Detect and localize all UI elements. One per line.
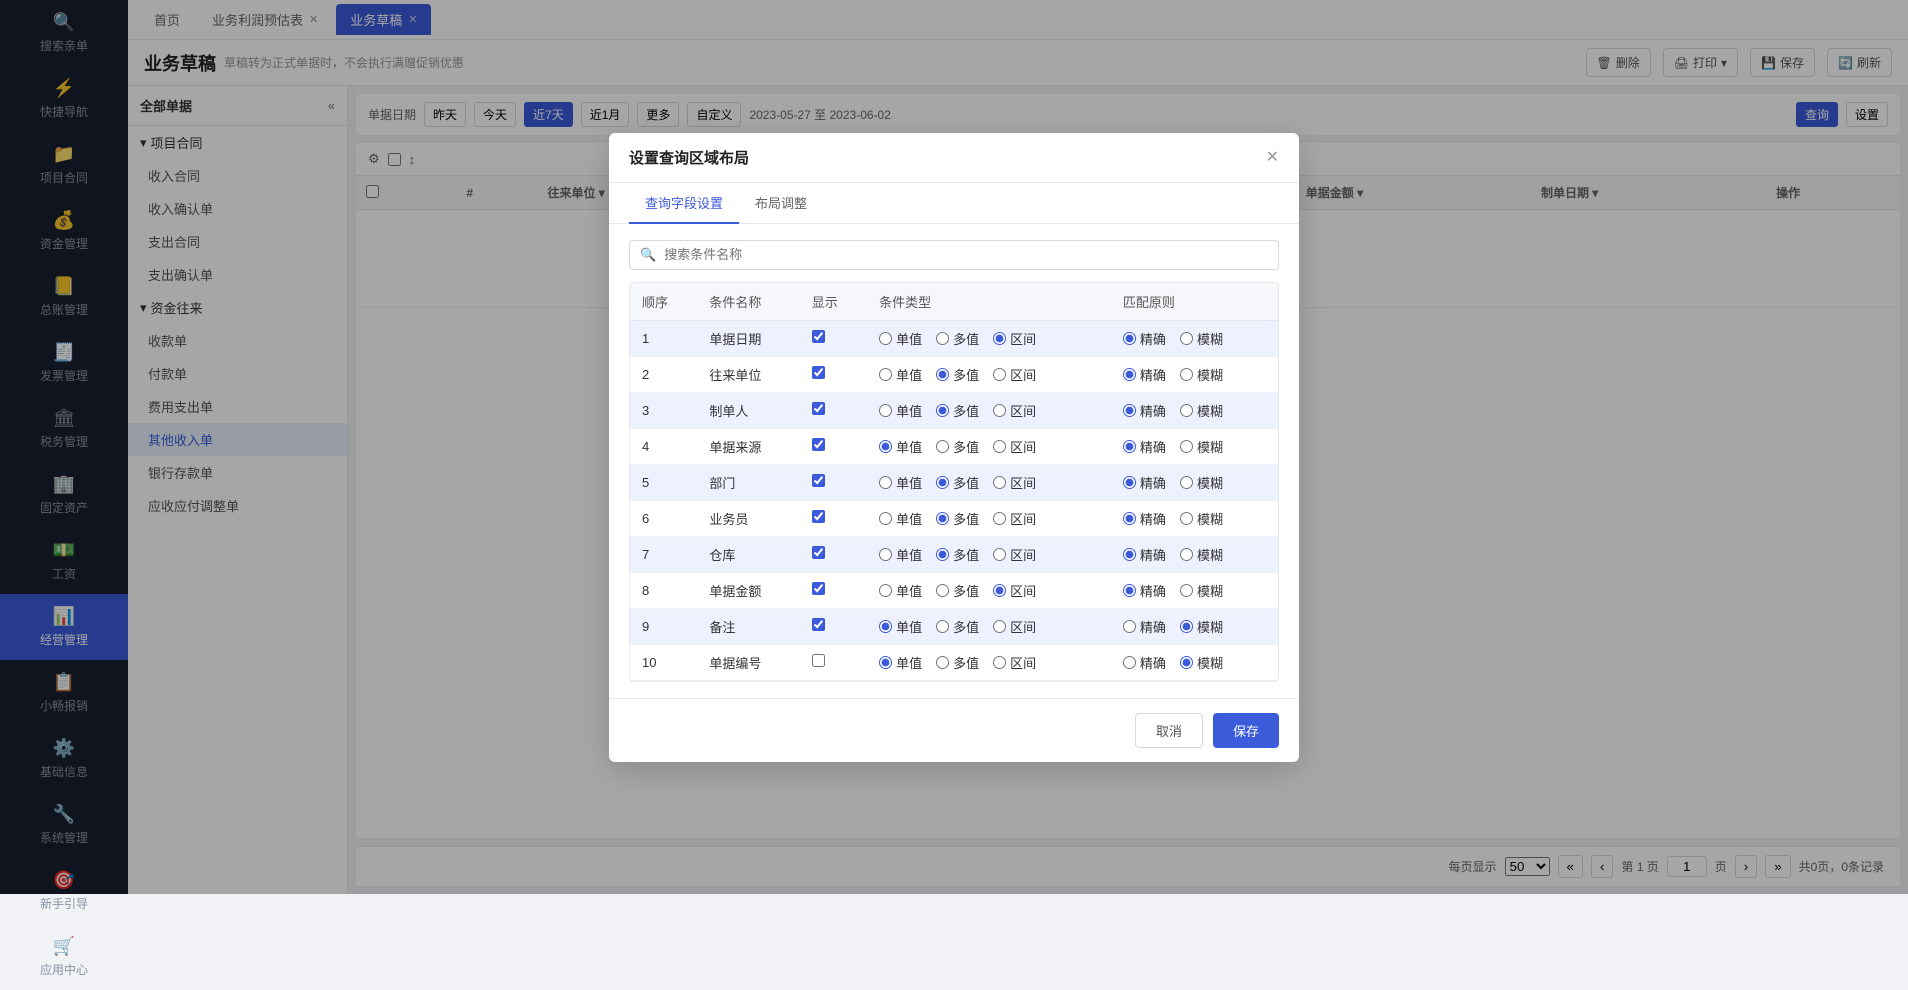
settings-modal: 设置查询区域布局 ✕ 查询字段设置 布局调整 🔍 顺序 条件名称 (609, 133, 1299, 762)
tab-query-fields[interactable]: 查询字段设置 (629, 183, 739, 224)
cell-order: 4 (630, 428, 697, 464)
cell-match-type: 精确模糊 (1111, 608, 1278, 644)
appstore-icon: 🛒 (53, 936, 75, 957)
cell-match-type: 精确模糊 (1111, 428, 1278, 464)
th-order: 顺序 (630, 283, 697, 321)
cell-order: 5 (630, 464, 697, 500)
th-display: 显示 (800, 283, 867, 321)
cell-order: 8 (630, 572, 697, 608)
sidebar-item-label: 新手引导 (40, 895, 88, 912)
modal-table-row: 1单据日期 单值多值区间精确模糊 (630, 320, 1278, 356)
cell-order: 2 (630, 356, 697, 392)
cell-condition-type: 单值多值区间 (867, 500, 1111, 536)
cell-match-type: 精确模糊 (1111, 464, 1278, 500)
cell-match-type: 精确模糊 (1111, 536, 1278, 572)
show-checkbox[interactable] (812, 366, 825, 379)
modal-table-row: 5部门 单值多值区间精确模糊 (630, 464, 1278, 500)
cell-order: 3 (630, 392, 697, 428)
th-condition-name: 条件名称 (697, 283, 799, 321)
modal-body: 🔍 顺序 条件名称 显示 条件类型 匹配原则 (609, 224, 1299, 698)
cell-match-type: 精确模糊 (1111, 500, 1278, 536)
modal-table-row: 3制单人 单值多值区间精确模糊 (630, 392, 1278, 428)
search-box: 🔍 (629, 240, 1279, 270)
show-checkbox[interactable] (812, 510, 825, 523)
cell-order: 7 (630, 536, 697, 572)
cell-condition-type: 单值多值区间 (867, 572, 1111, 608)
cell-show (800, 392, 867, 428)
sidebar-item-appstore[interactable]: 🛒 应用中心 (0, 924, 128, 990)
cell-show (800, 608, 867, 644)
show-checkbox[interactable] (812, 330, 825, 343)
show-checkbox[interactable] (812, 438, 825, 451)
modal-table-row: 4单据来源 单值多值区间精确模糊 (630, 428, 1278, 464)
modal-footer: 取消 保存 (609, 698, 1299, 762)
cell-order: 1 (630, 320, 697, 356)
modal-table-row: 9备注 单值多值区间精确模糊 (630, 608, 1278, 644)
cell-show (800, 500, 867, 536)
cell-name: 仓库 (697, 536, 799, 572)
cell-match-type: 精确模糊 (1111, 644, 1278, 680)
show-checkbox[interactable] (812, 474, 825, 487)
search-input[interactable] (664, 247, 1268, 262)
cell-condition-type: 单值多值区间 (867, 644, 1111, 680)
modal-tabs: 查询字段设置 布局调整 (609, 183, 1299, 224)
cell-order: 10 (630, 644, 697, 680)
modal-table-container: 顺序 条件名称 显示 条件类型 匹配原则 1单据日期单值多值区间精确模糊2往来单… (629, 282, 1279, 682)
th-match-rule: 匹配原则 (1111, 283, 1278, 321)
modal-table-row: 6业务员 单值多值区间精确模糊 (630, 500, 1278, 536)
show-checkbox[interactable] (812, 618, 825, 631)
modal-title: 设置查询区域布局 (629, 147, 749, 168)
search-icon: 🔍 (640, 247, 656, 263)
show-checkbox[interactable] (812, 654, 825, 667)
cell-show (800, 464, 867, 500)
cell-name: 单据来源 (697, 428, 799, 464)
cell-show (800, 572, 867, 608)
modal-table: 顺序 条件名称 显示 条件类型 匹配原则 1单据日期单值多值区间精确模糊2往来单… (630, 283, 1278, 681)
modal-overlay: 设置查询区域布局 ✕ 查询字段设置 布局调整 🔍 顺序 条件名称 (0, 0, 1908, 894)
cell-condition-type: 单值多值区间 (867, 608, 1111, 644)
cell-condition-type: 单值多值区间 (867, 320, 1111, 356)
cell-name: 制单人 (697, 392, 799, 428)
cell-order: 9 (630, 608, 697, 644)
modal-table-row: 2往来单位 单值多值区间精确模糊 (630, 356, 1278, 392)
cell-name: 单据编号 (697, 644, 799, 680)
th-condition-type: 条件类型 (867, 283, 1111, 321)
cell-match-type: 精确模糊 (1111, 392, 1278, 428)
cell-name: 业务员 (697, 500, 799, 536)
cell-condition-type: 单值多值区间 (867, 464, 1111, 500)
sidebar-item-label: 应用中心 (40, 961, 88, 978)
cell-name: 部门 (697, 464, 799, 500)
cell-match-type: 精确模糊 (1111, 572, 1278, 608)
cell-condition-type: 单值多值区间 (867, 536, 1111, 572)
save-modal-button[interactable]: 保存 (1213, 713, 1279, 748)
cell-name: 备注 (697, 608, 799, 644)
modal-close-icon[interactable]: ✕ (1266, 147, 1279, 167)
modal-table-row: 8单据金额 单值多值区间精确模糊 (630, 572, 1278, 608)
modal-table-row: 7仓库 单值多值区间精确模糊 (630, 536, 1278, 572)
show-checkbox[interactable] (812, 582, 825, 595)
cell-show (800, 320, 867, 356)
cell-match-type: 精确模糊 (1111, 356, 1278, 392)
cancel-button[interactable]: 取消 (1135, 713, 1203, 748)
cell-condition-type: 单值多值区间 (867, 428, 1111, 464)
show-checkbox[interactable] (812, 546, 825, 559)
cell-show (800, 356, 867, 392)
cell-show (800, 536, 867, 572)
cell-name: 往来单位 (697, 356, 799, 392)
cell-name: 单据金额 (697, 572, 799, 608)
modal-header: 设置查询区域布局 ✕ (609, 133, 1299, 183)
cell-name: 单据日期 (697, 320, 799, 356)
cell-show (800, 428, 867, 464)
modal-table-header: 顺序 条件名称 显示 条件类型 匹配原则 (630, 283, 1278, 321)
cell-order: 6 (630, 500, 697, 536)
cell-match-type: 精确模糊 (1111, 320, 1278, 356)
show-checkbox[interactable] (812, 402, 825, 415)
cell-show (800, 644, 867, 680)
cell-condition-type: 单值多值区间 (867, 356, 1111, 392)
cell-condition-type: 单值多值区间 (867, 392, 1111, 428)
tab-layout[interactable]: 布局调整 (739, 183, 823, 224)
modal-table-row: 10单据编号 单值多值区间精确模糊 (630, 644, 1278, 680)
